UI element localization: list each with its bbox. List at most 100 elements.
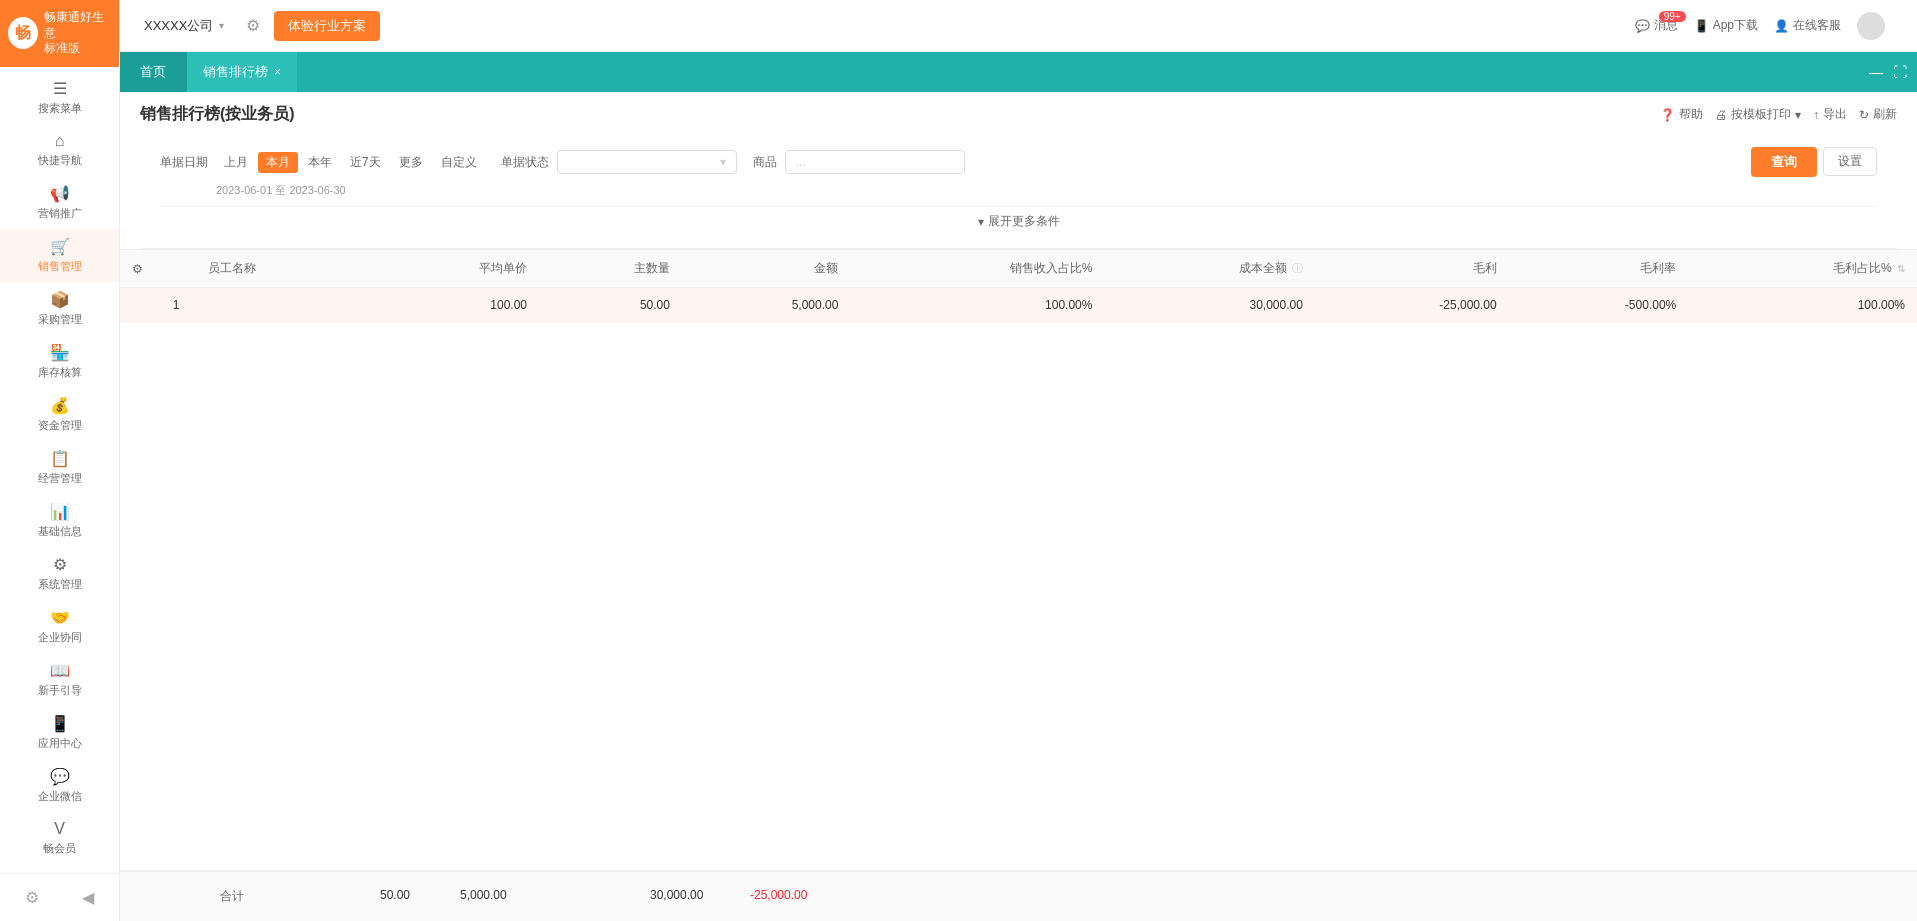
tab-home[interactable]: 首页 (120, 52, 186, 92)
row-profit-pct-0: 100.00% (1688, 288, 1917, 323)
expand-button[interactable]: ▾ 展开更多条件 (978, 213, 1060, 230)
avatar[interactable] (1857, 12, 1885, 40)
page-header-top: 销售排行榜(按业务员) ❓ 帮助 🖨 按模板打印 ▾ ↑ 导出 (140, 104, 1897, 125)
table-header: ⚙ 员工名称 平均单价 主数量 金额 销售收入占比% 成本全额 ⓘ 毛利 毛利率… (120, 250, 1917, 288)
filter-settings-button[interactable]: 设置 (1823, 147, 1877, 176)
online-service-button[interactable]: 👤 在线客服 (1774, 17, 1841, 34)
footer-label: 合计 (208, 882, 288, 911)
sidebar-item-label-basic-info: 基础信息 (38, 524, 82, 539)
company-name: XXXXX公司 (144, 17, 213, 35)
help-icon: ❓ (1660, 108, 1675, 122)
footer-amount: 5,000.00 (448, 882, 528, 911)
th-settings[interactable]: ⚙ (120, 250, 156, 288)
status-select-arrow: ▾ (720, 155, 726, 169)
footer-sales-pct (528, 882, 638, 911)
sidebar-item-search[interactable]: ☰ 搜索菜单 (0, 71, 119, 124)
member-icon: V (54, 820, 65, 838)
refresh-button[interactable]: ↻ 刷新 (1859, 106, 1897, 123)
logo: 畅 畅康通好生意 标准版 (0, 0, 119, 67)
message-button[interactable]: 💬 消息 99+ (1635, 17, 1678, 34)
sidebar-item-label-app-center: 应用中心 (38, 736, 82, 751)
page-content: 销售排行榜(按业务员) ❓ 帮助 🖨 按模板打印 ▾ ↑ 导出 (120, 92, 1917, 921)
sidebar-item-purchase[interactable]: 📦 采购管理 (0, 282, 119, 335)
page-header: 销售排行榜(按业务员) ❓ 帮助 🖨 按模板打印 ▾ ↑ 导出 (120, 92, 1917, 250)
goods-filter-group: 商品 ... (753, 150, 965, 174)
company-selector[interactable]: XXXXX公司 ▾ (136, 13, 232, 39)
goods-input[interactable]: ... (785, 150, 965, 174)
expand-row: ▾ 展开更多条件 (160, 206, 1877, 236)
sidebar-item-system[interactable]: ⚙ 系统管理 (0, 547, 119, 600)
operations-icon: 📋 (50, 449, 70, 468)
footer-avg-price (288, 882, 368, 911)
export-button[interactable]: ↑ 导出 (1813, 106, 1847, 123)
purchase-icon: 📦 (50, 290, 70, 309)
sidebar-item-sales[interactable]: 🛒 销售管理 (0, 229, 119, 282)
date-tab-1[interactable]: 本月 (258, 152, 298, 173)
basic-info-icon: 📊 (50, 502, 70, 521)
sidebar-item-inventory[interactable]: 🏪 库存核算 (0, 335, 119, 388)
sidebar-item-app-center[interactable]: 📱 应用中心 (0, 706, 119, 759)
date-tab-3[interactable]: 近7天 (342, 152, 389, 173)
sidebar-item-operations[interactable]: 📋 经营管理 (0, 441, 119, 494)
date-tab-2[interactable]: 本年 (300, 152, 340, 173)
date-filter-group: 单据日期 上月本月本年近7天更多自定义 (160, 152, 485, 173)
sidebar-item-label-search: 搜索菜单 (38, 101, 82, 116)
th-profit: 毛利 (1315, 250, 1509, 288)
tab-minimize-icon[interactable]: — (1869, 64, 1883, 80)
try-industry-button[interactable]: 体验行业方案 (274, 11, 380, 41)
sidebar-item-label-operations: 经营管理 (38, 471, 82, 486)
row-amount-0: 5,000.00 (682, 288, 850, 323)
sidebar-item-label-guide: 新手引导 (38, 683, 82, 698)
row-settings-0 (120, 288, 156, 323)
sidebar-item-marketing[interactable]: 📢 营销推广 (0, 176, 119, 229)
footer-profit-pct (908, 882, 988, 911)
sidebar-item-wechat[interactable]: 💬 企业微信 (0, 759, 119, 812)
sidebar-item-member[interactable]: V 畅会员 (0, 812, 119, 864)
th-amount: 金额 (682, 250, 850, 288)
date-tab-0[interactable]: 上月 (216, 152, 256, 173)
sidebar-item-label-quick-nav: 快捷导航 (38, 153, 82, 168)
sidebar-item-label-purchase: 采购管理 (38, 312, 82, 327)
app-download-label: App下载 (1713, 17, 1758, 34)
sidebar-item-finance[interactable]: 💰 资金管理 (0, 388, 119, 441)
tab-close-icon[interactable]: × (274, 65, 281, 79)
guide-icon: 📖 (50, 661, 70, 680)
query-button[interactable]: 查询 (1751, 147, 1817, 177)
sidebar-bottom: ⚙ ◀ (0, 873, 119, 921)
sidebar-item-basic-info[interactable]: 📊 基础信息 (0, 494, 119, 547)
tab-right-actions: — ⛶ (1859, 52, 1917, 92)
inventory-icon: 🏪 (50, 343, 70, 362)
tab-sales-ranking-label: 销售排行榜 (203, 63, 268, 81)
sidebar-item-enterprise[interactable]: 🤝 企业协同 (0, 600, 119, 653)
data-table: ⚙ 员工名称 平均单价 主数量 金额 销售收入占比% 成本全额 ⓘ 毛利 毛利率… (120, 250, 1917, 323)
sidebar-item-label-marketing: 营销推广 (38, 206, 82, 221)
sidebar-item-quick-nav[interactable]: ⌂ 快捷导航 (0, 124, 119, 176)
date-filter-label: 单据日期 (160, 154, 208, 171)
footer-profit-rate (828, 882, 908, 911)
status-select[interactable]: ▾ (557, 150, 737, 174)
sidebar-item-guide[interactable]: 📖 新手引导 (0, 653, 119, 706)
sidebar-item-label-member: 畅会员 (43, 841, 76, 856)
print-button[interactable]: 🖨 按模板打印 ▾ (1715, 106, 1801, 123)
date-tab-4[interactable]: 更多 (391, 152, 431, 173)
service-label: 在线客服 (1793, 17, 1841, 34)
tab-sales-ranking[interactable]: 销售排行榜 × (186, 52, 297, 92)
date-tab-5[interactable]: 自定义 (433, 152, 485, 173)
footer-cost: 30,000.00 (638, 882, 738, 911)
tab-maximize-icon[interactable]: ⛶ (1893, 64, 1907, 80)
sidebar-nav: ☰ 搜索菜单 ⌂ 快捷导航 📢 营销推广 🛒 销售管理 📦 采购管理 🏪 库存核… (0, 67, 119, 873)
main-area: XXXXX公司 ▾ ⚙ 体验行业方案 💬 消息 99+ 📱 App下载 👤 在线… (120, 0, 1917, 921)
footer-empty-1 (132, 882, 168, 911)
row-name-0 (196, 288, 368, 323)
settings-icon[interactable]: ⚙ (242, 12, 264, 39)
topbar-right: 💬 消息 99+ 📱 App下载 👤 在线客服 (1635, 12, 1901, 40)
goods-placeholder: ... (796, 155, 806, 169)
help-button[interactable]: ❓ 帮助 (1660, 106, 1703, 123)
sidebar-collapse-icon[interactable]: ◀ (78, 884, 98, 911)
message-icon: 💬 (1635, 19, 1650, 33)
sidebar-settings-icon[interactable]: ⚙ (21, 884, 43, 911)
tabbar: 首页 销售排行榜 × — ⛶ (120, 52, 1917, 92)
th-profit-rate: 毛利率 (1509, 250, 1689, 288)
footer-empty-2 (168, 882, 208, 911)
app-download-button[interactable]: 📱 App下载 (1694, 17, 1758, 34)
